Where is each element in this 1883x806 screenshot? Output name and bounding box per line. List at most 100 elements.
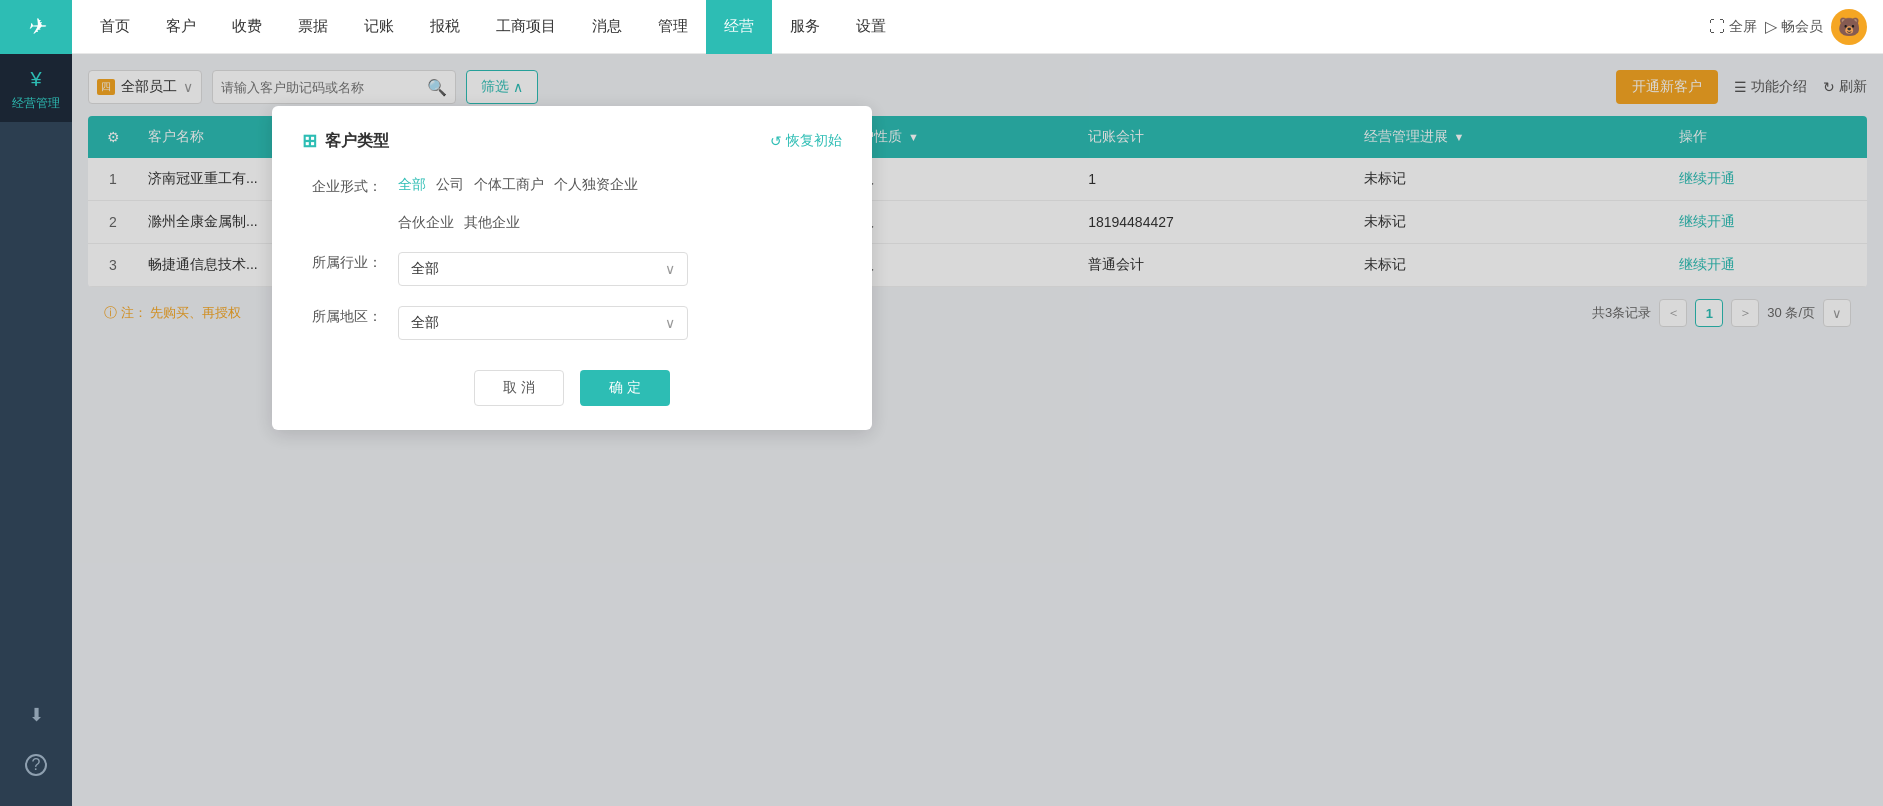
row3-quality: 税人 xyxy=(836,244,1078,287)
current-page[interactable]: 1 xyxy=(1695,299,1723,327)
nav-manage[interactable]: 管理 xyxy=(640,0,706,54)
option-all[interactable]: 全部 xyxy=(398,176,426,194)
industry-row: 所属行业： 全部 ∨ xyxy=(302,252,842,286)
col-action: 操作 xyxy=(1669,116,1867,158)
modal-title: ⊞ 客户类型 xyxy=(302,130,389,152)
confirm-button[interactable]: 确 定 xyxy=(580,370,670,406)
next-page-btn[interactable]: ＞ xyxy=(1731,299,1759,327)
quality-filter-icon[interactable]: ▼ xyxy=(908,131,919,143)
nav-fee[interactable]: 收费 xyxy=(214,0,280,54)
employee-label: 全部员工 xyxy=(121,78,177,96)
avatar[interactable]: 🐻 xyxy=(1831,9,1867,45)
col-progress: 经营管理进展 ▼ xyxy=(1354,116,1669,158)
option-company[interactable]: 公司 xyxy=(436,176,464,194)
row2-progress: 未标记 xyxy=(1354,201,1669,244)
reset-icon: ↺ xyxy=(770,133,782,149)
func-intro-btn[interactable]: ☰ 功能介绍 xyxy=(1734,78,1807,96)
nav-account[interactable]: 记账 xyxy=(346,0,412,54)
logo-icon: ✈ xyxy=(27,14,45,40)
row1-progress: 未标记 xyxy=(1354,158,1669,201)
row1-index: 1 xyxy=(88,158,138,201)
employee-select[interactable]: 四 全部员工 ∨ xyxy=(88,70,202,104)
refresh-btn[interactable]: ↻ 刷新 xyxy=(1823,78,1867,96)
employee-arrow-icon: ∨ xyxy=(183,79,193,95)
col-gear[interactable]: ⚙ xyxy=(88,116,138,158)
region-select-text: 全部 xyxy=(411,314,439,332)
nav-operation[interactable]: 经营 xyxy=(706,0,772,54)
download-icon: ⬇ xyxy=(29,704,44,726)
search-input[interactable] xyxy=(221,80,421,95)
filter-btn[interactable]: 筛选 ∧ xyxy=(466,70,538,104)
note-text: 先购买、再授权 xyxy=(150,305,241,320)
option-individual[interactable]: 个体工商户 xyxy=(474,176,544,194)
sidebar-help-btn[interactable]: ? xyxy=(0,744,72,786)
nav-settings[interactable]: 设置 xyxy=(838,0,904,54)
row3-action[interactable]: 继续开通 xyxy=(1669,244,1867,287)
nav-bill[interactable]: 票据 xyxy=(280,0,346,54)
top-nav: ✈ 首页 客户 收费 票据 记账 报税 工商项目 消息 管理 经营 服务 设置 … xyxy=(0,0,1883,54)
func-intro-label: 功能介绍 xyxy=(1751,78,1807,96)
nav-tax[interactable]: 报税 xyxy=(412,0,478,54)
option-other[interactable]: 其他企业 xyxy=(464,214,520,232)
nav-right: ⛶ 全屏 ▷ 畅会员 🐻 xyxy=(1709,9,1883,45)
region-chevron-icon: ∨ xyxy=(665,315,675,331)
modal-body: 企业形式： 全部 公司 个体工商户 个人独资企业 合伙企业 其他企业 所属行业：… xyxy=(302,176,842,340)
func-intro-icon: ☰ xyxy=(1734,79,1747,95)
option-partnership[interactable]: 合伙企业 xyxy=(398,214,454,232)
search-btn[interactable]: 🔍 xyxy=(427,78,447,97)
prev-page-btn[interactable]: ＜ xyxy=(1659,299,1687,327)
col-quality: 客户性质 ▼ xyxy=(836,116,1078,158)
region-value: 全部 ∨ xyxy=(398,306,842,340)
sidebar-operation-label: 经营管理 xyxy=(12,95,60,112)
sidebar-operation-icon: ¥ xyxy=(30,68,41,91)
sidebar-download-btn[interactable]: ⬇ xyxy=(0,694,72,736)
gear-icon: ⚙ xyxy=(107,129,120,145)
filter-label: 筛选 xyxy=(481,78,509,96)
employee-badge: 四 xyxy=(97,79,115,95)
industry-select[interactable]: 全部 ∨ xyxy=(398,252,688,286)
industry-select-text: 全部 xyxy=(411,260,439,278)
row2-action[interactable]: 继续开通 xyxy=(1669,201,1867,244)
modal-dialog: ⊞ 客户类型 ↺ 恢复初始 企业形式： 全部 公司 个体工商户 个人独资企业 合… xyxy=(272,106,872,430)
sidebar-bottom: ⬇ ? xyxy=(0,694,72,806)
modal-header: ⊞ 客户类型 ↺ 恢复初始 xyxy=(302,130,842,152)
nav-industry[interactable]: 工商项目 xyxy=(478,0,574,54)
footer-right: 共3条记录 ＜ 1 ＞ 30 条/页 ∨ xyxy=(1592,299,1851,327)
row3-accountant: 普通会计 xyxy=(1078,244,1354,287)
industry-label: 所属行业： xyxy=(302,252,382,272)
vip-btn[interactable]: ▷ 畅会员 xyxy=(1765,17,1823,36)
nav-home[interactable]: 首页 xyxy=(82,0,148,54)
refresh-label: 刷新 xyxy=(1839,78,1867,96)
modal-footer: 取 消 确 定 xyxy=(302,370,842,406)
toolbar-right: 开通新客户 ☰ 功能介绍 ↻ 刷新 xyxy=(1616,70,1867,104)
modal-title-text: 客户类型 xyxy=(325,131,389,152)
per-page-arrow[interactable]: ∨ xyxy=(1823,299,1851,327)
region-label: 所属地区： xyxy=(302,306,382,326)
region-select[interactable]: 全部 ∨ xyxy=(398,306,688,340)
info-icon: ⓘ xyxy=(104,305,121,320)
nav-message[interactable]: 消息 xyxy=(574,0,640,54)
option-sole[interactable]: 个人独资企业 xyxy=(554,176,638,194)
row1-action[interactable]: 继续开通 xyxy=(1669,158,1867,201)
footer-note: ⓘ 注： 先购买、再授权 xyxy=(104,304,241,322)
nav-client[interactable]: 客户 xyxy=(148,0,214,54)
modal-reset-btn[interactable]: ↺ 恢复初始 xyxy=(770,132,842,150)
fullscreen-btn[interactable]: ⛶ 全屏 xyxy=(1709,18,1757,36)
search-box: 🔍 xyxy=(212,70,456,104)
logo: ✈ xyxy=(0,0,72,54)
progress-filter-icon[interactable]: ▼ xyxy=(1454,131,1465,143)
filter-up-icon: ∧ xyxy=(513,79,523,95)
open-new-client-btn[interactable]: 开通新客户 xyxy=(1616,70,1718,104)
enterprise-options: 全部 公司 个体工商户 个人独资企业 合伙企业 其他企业 xyxy=(398,176,842,232)
row3-index: 3 xyxy=(88,244,138,287)
nav-service[interactable]: 服务 xyxy=(772,0,838,54)
note-prefix: 注： xyxy=(121,305,147,320)
vip-label: 畅会员 xyxy=(1781,18,1823,36)
toolbar: 四 全部员工 ∨ 🔍 筛选 ∧ 开通新客户 ☰ 功能介绍 ↻ 刷新 xyxy=(88,70,1867,104)
total-records: 共3条记录 xyxy=(1592,304,1651,322)
region-row: 所属地区： 全部 ∨ xyxy=(302,306,842,340)
enterprise-label: 企业形式： xyxy=(302,176,382,196)
cancel-button[interactable]: 取 消 xyxy=(474,370,564,406)
industry-value: 全部 ∨ xyxy=(398,252,842,286)
sidebar-item-operation[interactable]: ¥ 经营管理 xyxy=(0,54,72,122)
